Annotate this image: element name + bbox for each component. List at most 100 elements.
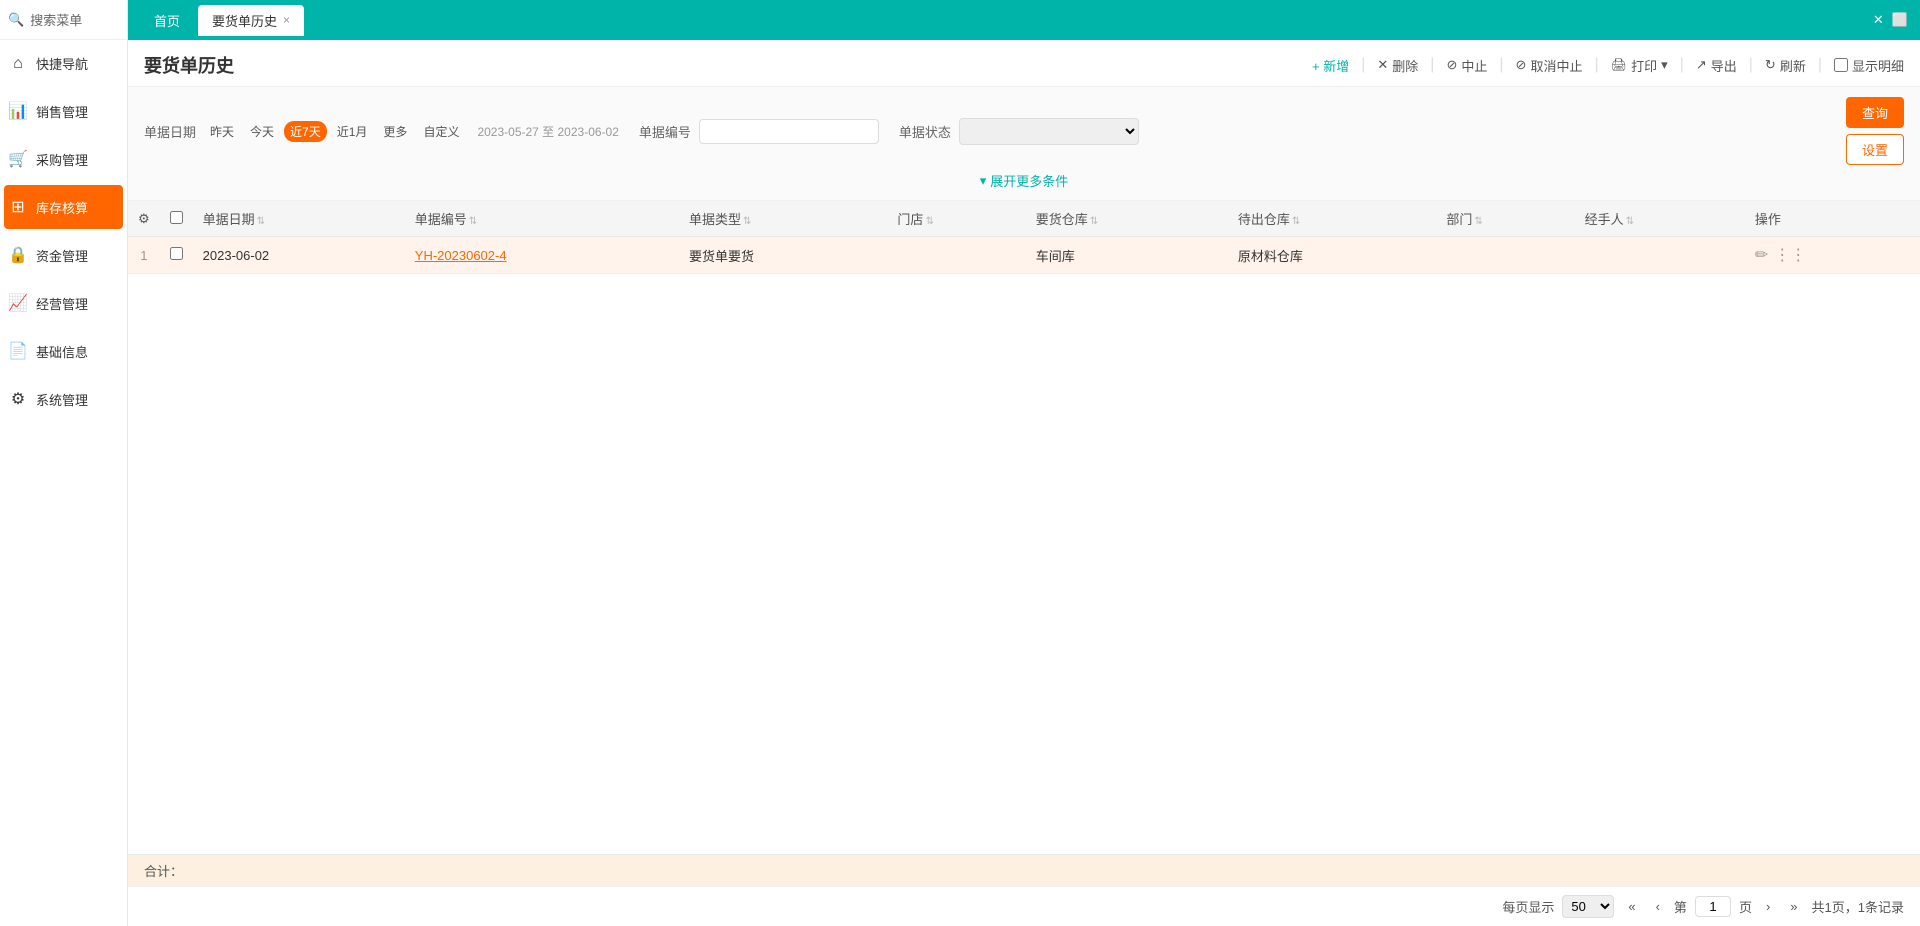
sort-icon-date[interactable]: ⇅ (257, 216, 265, 227)
sidebar-item-purchase[interactable]: 🛒 采购管理 (0, 135, 127, 183)
sidebar-item-label: 系统管理 (36, 390, 88, 409)
tab-close-icon[interactable]: × (283, 13, 290, 27)
prev-page-btn[interactable]: ‹ (1650, 897, 1666, 916)
select-all-checkbox[interactable] (170, 211, 183, 224)
col-pending-warehouse: 待出仓库⇅ (1228, 201, 1436, 237)
expand-more-button[interactable]: ▾ 展开更多条件 (144, 171, 1904, 190)
sort-icon-order-no[interactable]: ⇅ (469, 216, 477, 227)
display-detail-toggle[interactable]: 显示明细 (1834, 56, 1904, 75)
col-department: 部门⇅ (1436, 201, 1574, 237)
date-btn-yesterday[interactable]: 昨天 (204, 121, 240, 142)
col-checkbox (160, 201, 193, 237)
row-order-type: 要货单要货 (679, 237, 887, 274)
row-checkbox-cell (160, 237, 193, 274)
grid-icon: ⊞ (8, 197, 28, 217)
tab-history-label: 要货单历史 (212, 11, 277, 30)
status-select[interactable] (959, 118, 1139, 145)
col-action-label: 操作 (1755, 212, 1781, 227)
sep5: | (1680, 56, 1684, 74)
date-btn-last-month[interactable]: 近1月 (331, 121, 374, 142)
sidebar-item-label: 经营管理 (36, 294, 88, 313)
sep1: | (1361, 56, 1365, 74)
cancel-stop-button[interactable]: ⊘ 取消中止 (1516, 56, 1583, 75)
stop-label: 中止 (1461, 56, 1487, 75)
new-button[interactable]: + 新增 (1312, 56, 1349, 75)
display-detail-checkbox[interactable] (1834, 58, 1848, 72)
page-input[interactable] (1695, 896, 1731, 917)
export-label: 导出 (1711, 56, 1737, 75)
first-page-btn[interactable]: « (1622, 897, 1641, 916)
sort-icon-req-warehouse[interactable]: ⇅ (1090, 216, 1098, 227)
sort-icon-order-type[interactable]: ⇅ (743, 216, 751, 227)
refresh-label: 刷新 (1780, 56, 1806, 75)
col-order-no: 单据编号⇅ (405, 201, 679, 237)
date-btn-last7days[interactable]: 近7天 (284, 121, 327, 142)
expand-more-icon: ▾ (980, 173, 987, 189)
toolbar: + 新增 | ✕ 删除 | ⊘ 中止 | ⊘ 取消中止 | 🖨 (1312, 56, 1904, 75)
sort-icon-pending-warehouse[interactable]: ⇅ (1292, 216, 1300, 227)
sidebar-item-finance[interactable]: 🔒 资金管理 (0, 231, 127, 279)
topbar-right: ✕ ⬜ (1873, 12, 1908, 28)
refresh-button[interactable]: ↻ 刷新 (1765, 56, 1806, 75)
date-btn-more[interactable]: 更多 (377, 121, 413, 142)
query-button[interactable]: 查询 (1846, 97, 1904, 128)
footer-label: 合计： (144, 864, 183, 879)
row-order-no[interactable]: YH-20230602-4 (405, 237, 679, 274)
row-op-icons: ✏ ⋮⋮ (1755, 245, 1910, 265)
delete-icon: ✕ (1377, 57, 1388, 73)
last-page-btn[interactable]: » (1784, 897, 1803, 916)
sep6: | (1749, 56, 1753, 74)
sidebar-item-quick-nav[interactable]: ⌂ 快捷导航 (0, 40, 127, 87)
tab-home-label: 首页 (154, 11, 180, 30)
page-size-select[interactable]: 50 10 20 100 (1562, 895, 1614, 918)
sort-icon-handler[interactable]: ⇅ (1626, 216, 1634, 227)
print-label: 打印 (1631, 56, 1657, 75)
print-icon: 🖨 (1611, 57, 1628, 73)
tab-home[interactable]: 首页 (140, 5, 194, 36)
main-table: ⚙ 单据日期⇅ 单据编号⇅ 单据类型⇅ 门店⇅ 要货仓库⇅ 待出仓库⇅ 部门⇅ … (128, 201, 1920, 274)
next-page-btn[interactable]: › (1760, 897, 1776, 916)
setting-button[interactable]: 设置 (1846, 134, 1904, 165)
export-button[interactable]: ↗ 导出 (1696, 56, 1737, 75)
total-info: 共1页，1条记录 (1812, 897, 1904, 916)
col-pending-warehouse-label: 待出仓库 (1238, 212, 1290, 227)
col-gear[interactable]: ⚙ (128, 201, 160, 237)
date-btn-custom[interactable]: 自定义 (417, 121, 465, 142)
sidebar-item-basic[interactable]: 📄 基础信息 (0, 327, 127, 375)
sidebar-item-inventory[interactable]: ⊞ 库存核算 (4, 185, 123, 229)
tab-history[interactable]: 要货单历史 × (198, 5, 304, 36)
row-edit-icon[interactable]: ✏ (1755, 245, 1768, 265)
main-area: 首页 要货单历史 × ✕ ⬜ 要货单历史 + 新增 | ✕ 删除 | ⊘ (128, 0, 1920, 926)
sort-icon-department[interactable]: ⇅ (1474, 216, 1482, 227)
date-btn-today[interactable]: 今天 (244, 121, 280, 142)
date-filter-label: 单据日期 (144, 122, 196, 141)
print-button[interactable]: 🖨 打印 ▾ (1611, 56, 1668, 75)
order-no-label: 单据编号 (639, 122, 691, 141)
col-store-label: 门店 (897, 212, 923, 227)
col-handler: 经手人⇅ (1575, 201, 1745, 237)
stop-button[interactable]: ⊘ 中止 (1446, 56, 1487, 75)
sidebar-item-sales[interactable]: 📊 销售管理 (0, 87, 127, 135)
row-checkbox[interactable] (170, 247, 183, 260)
sidebar-search[interactable]: 🔍 搜索菜单 (0, 0, 127, 40)
row-num: 1 (128, 237, 160, 274)
order-no-link[interactable]: YH-20230602-4 (415, 248, 507, 263)
stop-icon: ⊘ (1446, 57, 1457, 73)
expand-more-label: 展开更多条件 (990, 171, 1068, 190)
row-action-cell: ✏ ⋮⋮ (1745, 237, 1920, 274)
order-no-input[interactable] (699, 119, 879, 144)
page-suffix: 页 (1739, 897, 1752, 916)
filter-row: 单据日期 昨天 今天 近7天 近1月 更多 自定义 2023-05-27 至 2… (144, 97, 1904, 165)
order-no-filter-group: 单据编号 (639, 119, 879, 144)
topbar-maximize-icon[interactable]: ⬜ (1892, 12, 1908, 28)
sidebar-item-system[interactable]: ⚙ 系统管理 (0, 375, 127, 423)
delete-button[interactable]: ✕ 删除 (1377, 56, 1418, 75)
row-more-icon[interactable]: ⋮⋮ (1774, 245, 1806, 265)
lock-icon: 🔒 (8, 245, 28, 265)
export-icon: ↗ (1696, 57, 1707, 73)
sort-icon-store[interactable]: ⇅ (925, 216, 933, 227)
sidebar-item-operation[interactable]: 📈 经营管理 (0, 279, 127, 327)
row-store (887, 237, 1025, 274)
sep2: | (1430, 56, 1434, 74)
topbar-close-icon[interactable]: ✕ (1873, 12, 1884, 28)
